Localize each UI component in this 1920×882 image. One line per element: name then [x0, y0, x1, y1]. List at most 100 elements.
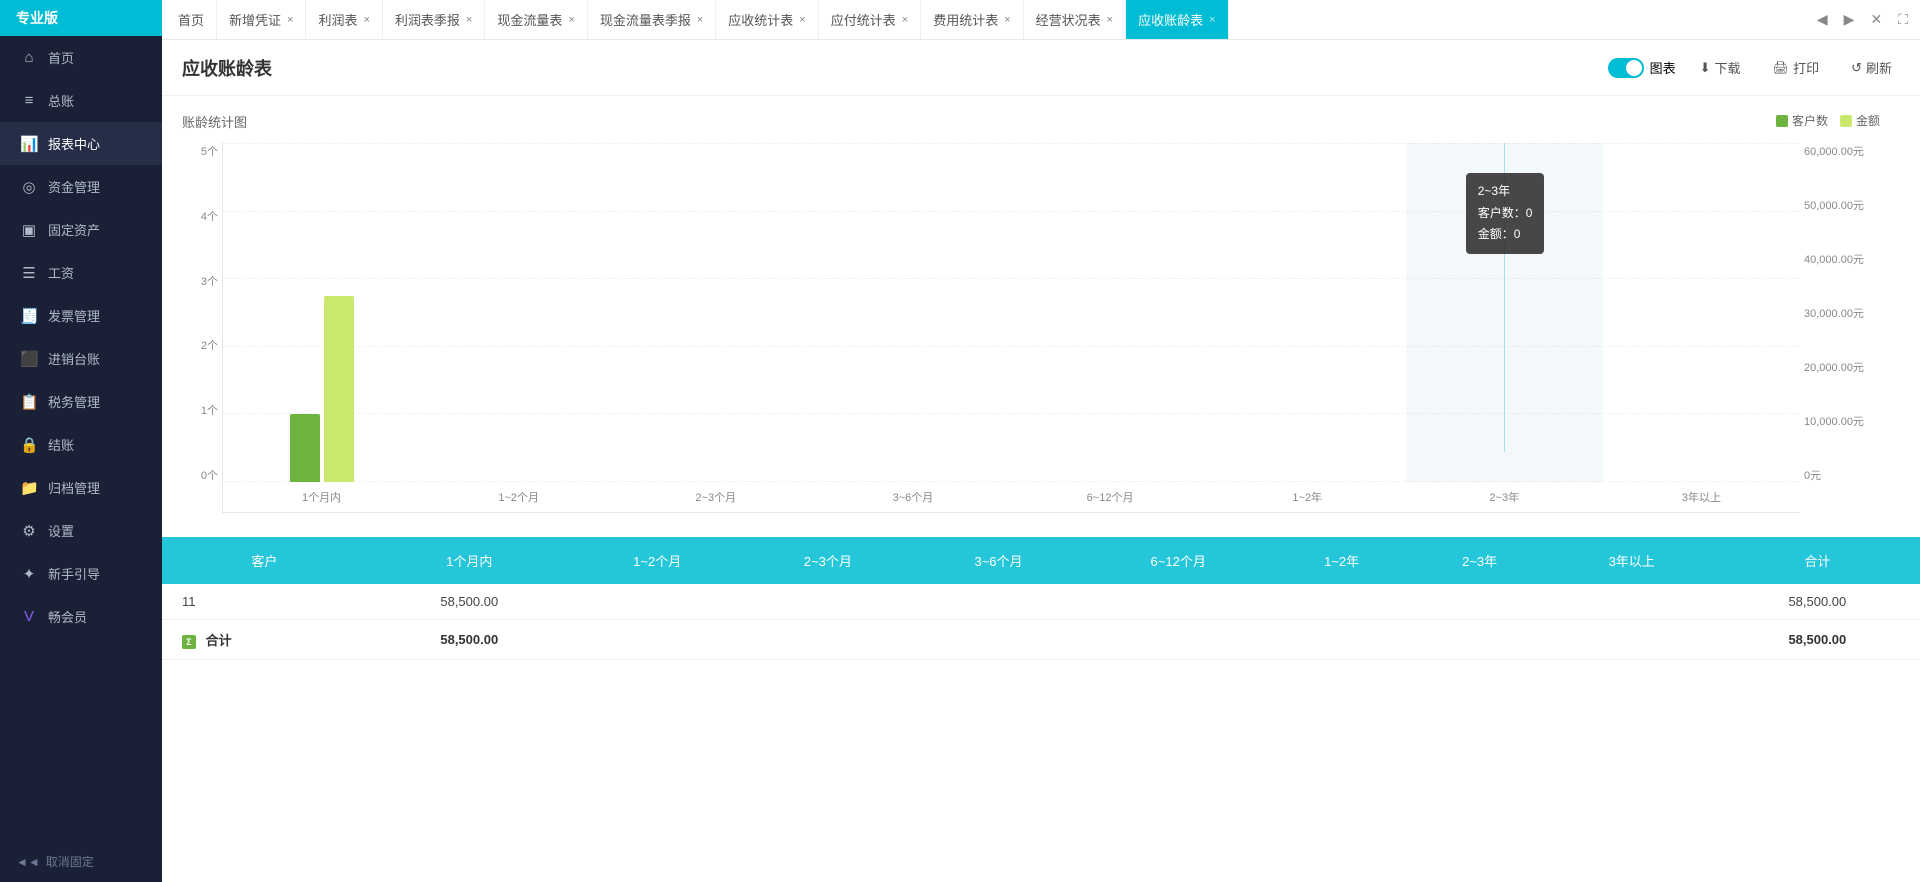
sidebar-item-salary[interactable]: ☰ 工资: [0, 251, 162, 294]
print-button[interactable]: 🖨 打印: [1765, 54, 1828, 81]
sidebar-item-inventory[interactable]: ⬛ 进销台账: [0, 337, 162, 380]
y-axis-left: 5个 4个 3个 2个 1个 0个: [182, 143, 222, 513]
total-row: Σ 合计 58,500.00 58,500.00: [162, 620, 1920, 660]
tab-receivable-stat-close[interactable]: ×: [799, 14, 805, 26]
total-label-text: 合计: [206, 633, 232, 648]
legend-amount: 金额: [1840, 112, 1880, 129]
amount-dot: [1840, 115, 1852, 127]
cell-m36: [913, 584, 1084, 620]
page-header: 应收账龄表 图表 ⬇ 下载 🖨 打印: [162, 40, 1920, 96]
page-container: 应收账龄表 图表 ⬇ 下载 🖨 打印: [162, 40, 1920, 882]
download-button[interactable]: ⬇ 下载: [1692, 54, 1749, 81]
sidebar-item-reports[interactable]: 📊 报表中心: [0, 122, 162, 165]
tab-profit-quarterly-close[interactable]: ×: [466, 14, 472, 26]
tab-receivable-stat[interactable]: 应收统计表 ×: [716, 0, 818, 39]
sidebar-item-label: 结账: [48, 435, 74, 454]
col-customer: 客户: [162, 537, 367, 584]
tab-cashflow[interactable]: 现金流量表 ×: [485, 0, 587, 39]
total-m23: [743, 620, 914, 660]
col-m36: 3~6个月: [913, 537, 1084, 584]
sidebar-footer[interactable]: ◄◄ 取消固定: [0, 841, 162, 882]
y-axis-right: 60,000.00元 50,000.00元 40,000.00元 30,000.…: [1800, 143, 1900, 513]
tab-prev-btn[interactable]: ◀: [1809, 11, 1836, 28]
col-m23: 2~3个月: [743, 537, 914, 584]
tab-profit[interactable]: 利润表 ×: [306, 0, 382, 39]
tab-home-label: 首页: [178, 10, 204, 29]
highlight-vline: [1504, 143, 1505, 452]
col-m12: 1~2个月: [572, 537, 743, 584]
tab-profit-quarterly[interactable]: 利润表季报 ×: [383, 0, 485, 39]
sidebar-item-guide[interactable]: ✦ 新手引导: [0, 552, 162, 595]
tab-cashflow-quarterly[interactable]: 现金流量表季报 ×: [588, 0, 716, 39]
table-row: 11 58,500.00 58,500.00: [162, 584, 1920, 620]
tab-operation[interactable]: 经营状况表 ×: [1024, 0, 1126, 39]
sidebar-item-label: 总账: [48, 91, 74, 110]
x-label-y12: 1~2年: [1209, 482, 1406, 512]
data-table: 客户 1个月内 1~2个月 2~3个月 3~6个月 6~12个月 1~2年 2~…: [162, 537, 1920, 660]
main-area: 首页 新增凭证 × 利润表 × 利润表季报 × 现金流量表 × 现金流量表季报 …: [162, 0, 1920, 882]
tab-profit-close[interactable]: ×: [363, 14, 369, 26]
chart-toggle[interactable]: 图表: [1608, 58, 1676, 78]
tab-maximize-btn[interactable]: ⛶: [1890, 11, 1916, 28]
cell-total: 58,500.00: [1715, 584, 1920, 620]
sidebar-item-settings[interactable]: ⚙ 设置: [0, 509, 162, 552]
tab-expense-stat-close[interactable]: ×: [1004, 14, 1010, 26]
total-m36: [913, 620, 1084, 660]
bar-group-m36: [814, 143, 1011, 482]
col-y12: 1~2年: [1273, 537, 1411, 584]
tab-close-btn[interactable]: ✕: [1862, 11, 1890, 28]
tab-cashflow-close[interactable]: ×: [568, 14, 574, 26]
sidebar-item-vip[interactable]: V 畅会员: [0, 595, 162, 638]
bar-group-y12: [1209, 143, 1406, 482]
footer-label: 取消固定: [46, 853, 94, 870]
tab-payable-stat-close[interactable]: ×: [902, 14, 908, 26]
sidebar-item-label: 工资: [48, 263, 74, 282]
reports-icon: 📊: [20, 135, 38, 153]
total-total: 58,500.00: [1715, 620, 1920, 660]
toggle-label: 图表: [1650, 58, 1676, 77]
refresh-icon: ↺: [1851, 60, 1862, 76]
tab-aging[interactable]: 应收账龄表 ×: [1126, 0, 1228, 39]
tab-voucher-label: 新增凭证: [229, 10, 281, 29]
tab-home[interactable]: 首页: [166, 0, 217, 39]
sidebar-item-ledger[interactable]: ≡ 总账: [0, 79, 162, 122]
cell-y3plus: [1549, 584, 1715, 620]
amount-legend-label: 金额: [1856, 112, 1880, 129]
sidebar-item-home[interactable]: ⌂ 首页: [0, 36, 162, 79]
tab-voucher[interactable]: 新增凭证 ×: [217, 0, 306, 39]
tab-expense-stat[interactable]: 费用统计表 ×: [921, 0, 1023, 39]
guide-icon: ✦: [20, 565, 38, 583]
tab-voucher-close[interactable]: ×: [287, 14, 293, 26]
archive-icon: 📁: [20, 479, 38, 497]
sidebar-item-archive[interactable]: 📁 归档管理: [0, 466, 162, 509]
sidebar-item-label: 进销台账: [48, 349, 100, 368]
funds-icon: ◎: [20, 178, 38, 196]
refresh-button[interactable]: ↺ 刷新: [1843, 54, 1900, 81]
sidebar-item-tax[interactable]: 📋 税务管理: [0, 380, 162, 423]
col-total: 合计: [1715, 537, 1920, 584]
sidebar-item-invoice[interactable]: 🧾 发票管理: [0, 294, 162, 337]
tab-aging-close[interactable]: ×: [1209, 14, 1215, 26]
sidebar-item-label: 报表中心: [48, 134, 100, 153]
invoice-icon: 🧾: [20, 307, 38, 325]
sidebar-item-assets[interactable]: ▣ 固定资产: [0, 208, 162, 251]
tab-payable-stat[interactable]: 应付统计表 ×: [819, 0, 921, 39]
bar-group-m12: [420, 143, 617, 482]
x-label-m1: 1个月内: [223, 482, 420, 512]
total-label: Σ 合计: [162, 620, 367, 660]
total-m12: [572, 620, 743, 660]
sidebar-item-funds[interactable]: ◎ 资金管理: [0, 165, 162, 208]
tab-operation-close[interactable]: ×: [1107, 14, 1113, 26]
tab-next-btn[interactable]: ▶: [1836, 11, 1863, 28]
print-label: 打印: [1793, 58, 1819, 77]
total-y23: [1411, 620, 1549, 660]
total-y12: [1273, 620, 1411, 660]
total-m1: 58,500.00: [367, 620, 572, 660]
tab-cashflow-quarterly-close[interactable]: ×: [697, 14, 703, 26]
toggle-track[interactable]: [1608, 58, 1644, 78]
arrow-left-icon: ◄◄: [16, 855, 40, 869]
sidebar-item-label: 税务管理: [48, 392, 100, 411]
chart-area: 账龄统计图 客户数 金额 5个 4个: [162, 96, 1920, 529]
sidebar-item-closing[interactable]: 🔒 结账: [0, 423, 162, 466]
chart-tooltip: 2~3年 客户数：0 金额：0: [1466, 173, 1545, 254]
